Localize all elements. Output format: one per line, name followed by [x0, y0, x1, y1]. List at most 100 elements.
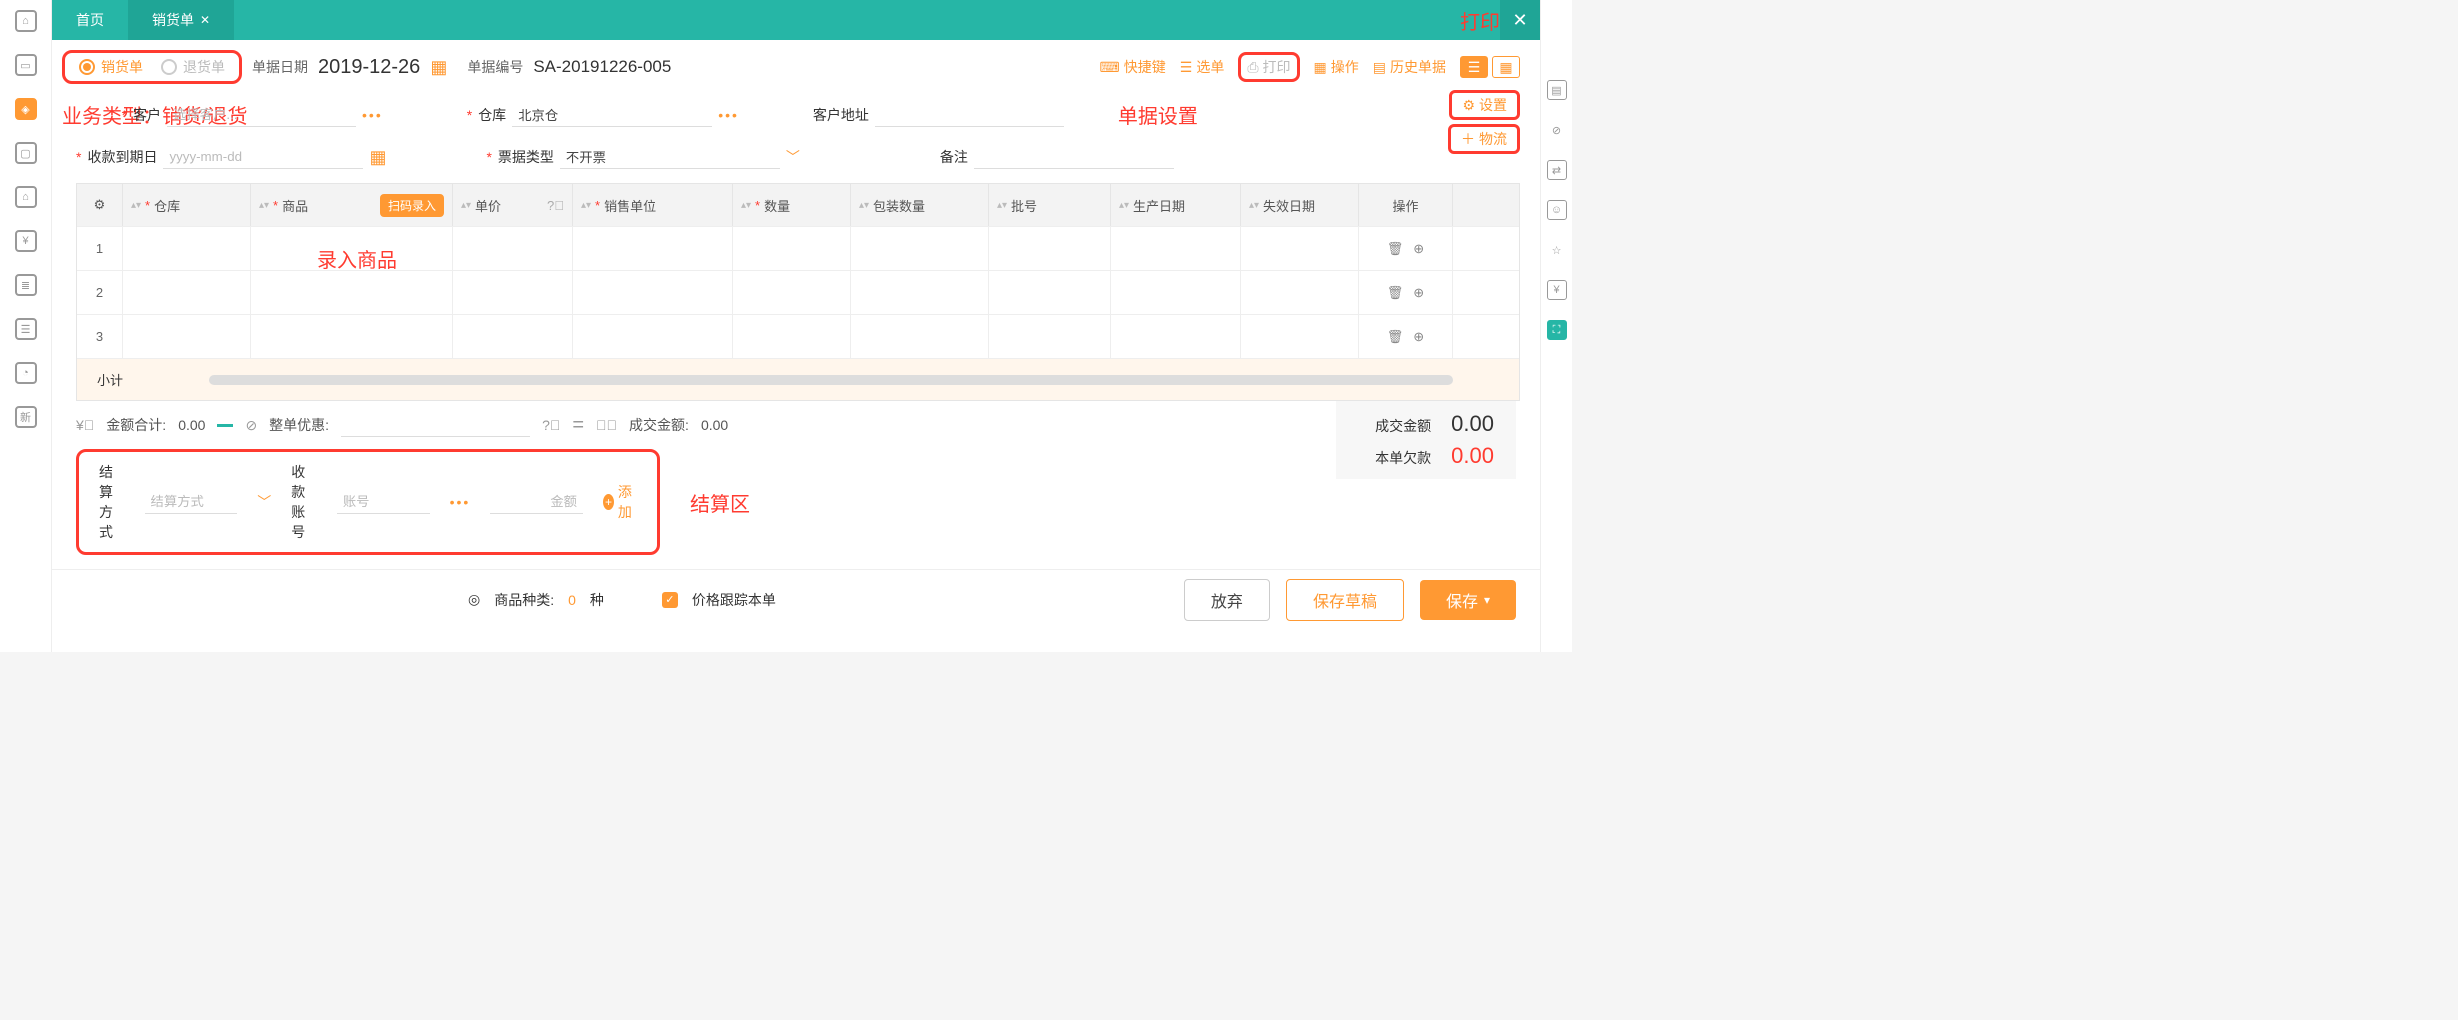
attachment-icon[interactable]: ⊘	[1547, 120, 1567, 140]
deal-icon: ✓⃝	[596, 417, 617, 433]
save-draft-button[interactable]: 保存草稿	[1286, 579, 1404, 621]
col-gear[interactable]: ⚙	[77, 184, 123, 226]
purchase-icon[interactable]: ▢	[15, 142, 37, 164]
plus-icon: ＋	[1461, 129, 1475, 149]
customer-label: 客户	[133, 105, 161, 125]
home-icon[interactable]: ⌂	[15, 10, 37, 32]
add-row-icon[interactable]: ⊕	[1413, 285, 1424, 301]
tab-sales-order[interactable]: 销货单 ✕	[128, 0, 234, 40]
tab-home[interactable]: 首页	[52, 0, 128, 40]
minus-icon	[217, 424, 233, 427]
radio-sales-label: 销货单	[101, 57, 143, 77]
warehouse-input[interactable]	[512, 103, 712, 127]
settings-button[interactable]: ⚙设置	[1449, 90, 1520, 120]
col-unit[interactable]: ▴▾*销售单位	[573, 184, 733, 226]
account-more-icon[interactable]: •••	[450, 494, 471, 510]
cust-addr-input[interactable]	[875, 103, 1064, 127]
deal-amount-label: 成交金额:	[629, 415, 689, 435]
scan-entry-button[interactable]: 扫码录入	[380, 194, 444, 217]
view-list-button[interactable]: ☰	[1460, 56, 1488, 78]
calendar-icon-2[interactable]: ▦	[369, 147, 386, 168]
date-value[interactable]: 2019-12-26	[318, 56, 420, 79]
kinds-unit: 种	[590, 590, 604, 610]
col-prod-date[interactable]: ▴▾生产日期	[1111, 184, 1241, 226]
shortcut-button[interactable]: ⌨快捷键	[1100, 57, 1166, 77]
print-button[interactable]: ⎙打印	[1247, 57, 1290, 77]
col-price[interactable]: ▴▾单价?⃝	[453, 184, 573, 226]
customer-more-icon[interactable]: •••	[362, 107, 383, 123]
price-track-checkbox[interactable]: ✓	[662, 592, 678, 608]
col-product[interactable]: ▴▾*商品扫码录入	[251, 184, 453, 226]
select-order-button[interactable]: ☰选单	[1180, 57, 1225, 77]
save-button[interactable]: 保存▾	[1420, 580, 1516, 620]
help-icon[interactable]: ?⃝	[542, 417, 560, 433]
remark-input[interactable]	[974, 145, 1174, 169]
radio-return-label: 退货单	[183, 57, 225, 77]
plus-circle-icon: +	[603, 494, 614, 510]
delete-row-icon[interactable]: 🗑	[1387, 285, 1404, 301]
logistics-label: 物流	[1479, 129, 1507, 149]
exchange-icon[interactable]: ⇄	[1547, 160, 1567, 180]
doc-icon: ▤	[1373, 59, 1386, 76]
star-icon[interactable]: ☆	[1547, 240, 1567, 260]
price-track-label: 价格跟踪本单	[692, 590, 776, 610]
gift-icon[interactable]: ▭	[15, 54, 37, 76]
window-close-icon[interactable]: ✕	[1500, 0, 1540, 40]
expand-icon[interactable]: ⛶	[1547, 320, 1567, 340]
print-label: 打印	[1263, 57, 1291, 77]
chevron-down-icon[interactable]: ﹀	[786, 147, 800, 167]
top-tab-bar: 首页 销货单 ✕ 打印 ✕	[52, 0, 1540, 40]
calendar-icon[interactable]: ▦	[430, 57, 447, 78]
col-warehouse[interactable]: ▴▾*仓库	[123, 184, 251, 226]
yen-icon: ¥⃝	[76, 417, 94, 433]
view-card-button[interactable]: ▦	[1492, 56, 1520, 78]
logistics-button[interactable]: ＋物流	[1448, 124, 1520, 154]
annot-doc-settings: 单据设置	[1118, 100, 1198, 129]
radio-return[interactable]: 退货单	[161, 57, 225, 77]
account-label: 收款账号	[291, 462, 317, 542]
whole-discount-input[interactable]	[341, 413, 530, 437]
deal-amount-value: 0.00	[701, 417, 728, 433]
operate-button[interactable]: ▦操作	[1314, 57, 1359, 77]
keyboard-icon: ⌨	[1100, 59, 1120, 76]
col-qty[interactable]: ▴▾*数量	[733, 184, 851, 226]
settle-method-input[interactable]	[145, 490, 238, 514]
user-icon[interactable]: ☺	[1547, 200, 1567, 220]
invoice-type-input[interactable]	[560, 145, 780, 169]
currency-icon[interactable]: ¥	[1547, 280, 1567, 300]
add-row-icon[interactable]: ⊕	[1413, 329, 1424, 345]
line-items-table: ⚙ ▴▾*仓库 ▴▾*商品扫码录入 ▴▾单价?⃝ ▴▾*销售单位 ▴▾*数量 ▴…	[76, 183, 1520, 401]
col-batch[interactable]: ▴▾批号	[989, 184, 1111, 226]
account-input[interactable]	[337, 490, 430, 514]
radio-sales[interactable]: 销货单	[79, 57, 143, 77]
row-num: 3	[77, 315, 123, 358]
report-icon[interactable]: ≣	[15, 274, 37, 296]
discard-button[interactable]: 放弃	[1184, 579, 1270, 621]
settle-amount-input[interactable]	[490, 490, 583, 514]
sync-icon[interactable]: ◔	[15, 362, 37, 384]
delete-row-icon[interactable]: 🗑	[1387, 241, 1404, 257]
kinds-label: 商品种类:	[494, 590, 554, 610]
finance-icon[interactable]: ¥	[15, 230, 37, 252]
warehouse-label: 仓库	[478, 105, 506, 125]
due-date-input[interactable]	[163, 145, 363, 169]
customer-input[interactable]	[167, 103, 356, 127]
add-settlement-button[interactable]: +添加	[603, 482, 637, 522]
new-badge-icon[interactable]: 新	[15, 406, 37, 428]
sales-nav-icon[interactable]: ◈	[15, 98, 37, 120]
delete-row-icon[interactable]: 🗑	[1387, 329, 1404, 345]
save-dropdown-icon[interactable]: ▾	[1484, 593, 1490, 607]
warehouse-more-icon[interactable]: •••	[718, 107, 739, 123]
horizontal-scrollbar[interactable]	[209, 375, 1453, 385]
info-icon[interactable]: ?⃝	[547, 198, 564, 213]
col-exp-date[interactable]: ▴▾失效日期	[1241, 184, 1359, 226]
chevron-down-icon-2[interactable]: ﹀	[257, 492, 271, 512]
tab-close-icon[interactable]: ✕	[200, 13, 210, 27]
note-icon[interactable]: ▤	[1547, 80, 1567, 100]
history-button[interactable]: ▤历史单据	[1373, 57, 1446, 77]
date-label: 单据日期	[252, 57, 308, 77]
add-row-icon[interactable]: ⊕	[1413, 241, 1424, 257]
col-pack-qty[interactable]: ▴▾包装数量	[851, 184, 989, 226]
inventory-icon[interactable]: ⌂	[15, 186, 37, 208]
contact-icon[interactable]: ☰	[15, 318, 37, 340]
